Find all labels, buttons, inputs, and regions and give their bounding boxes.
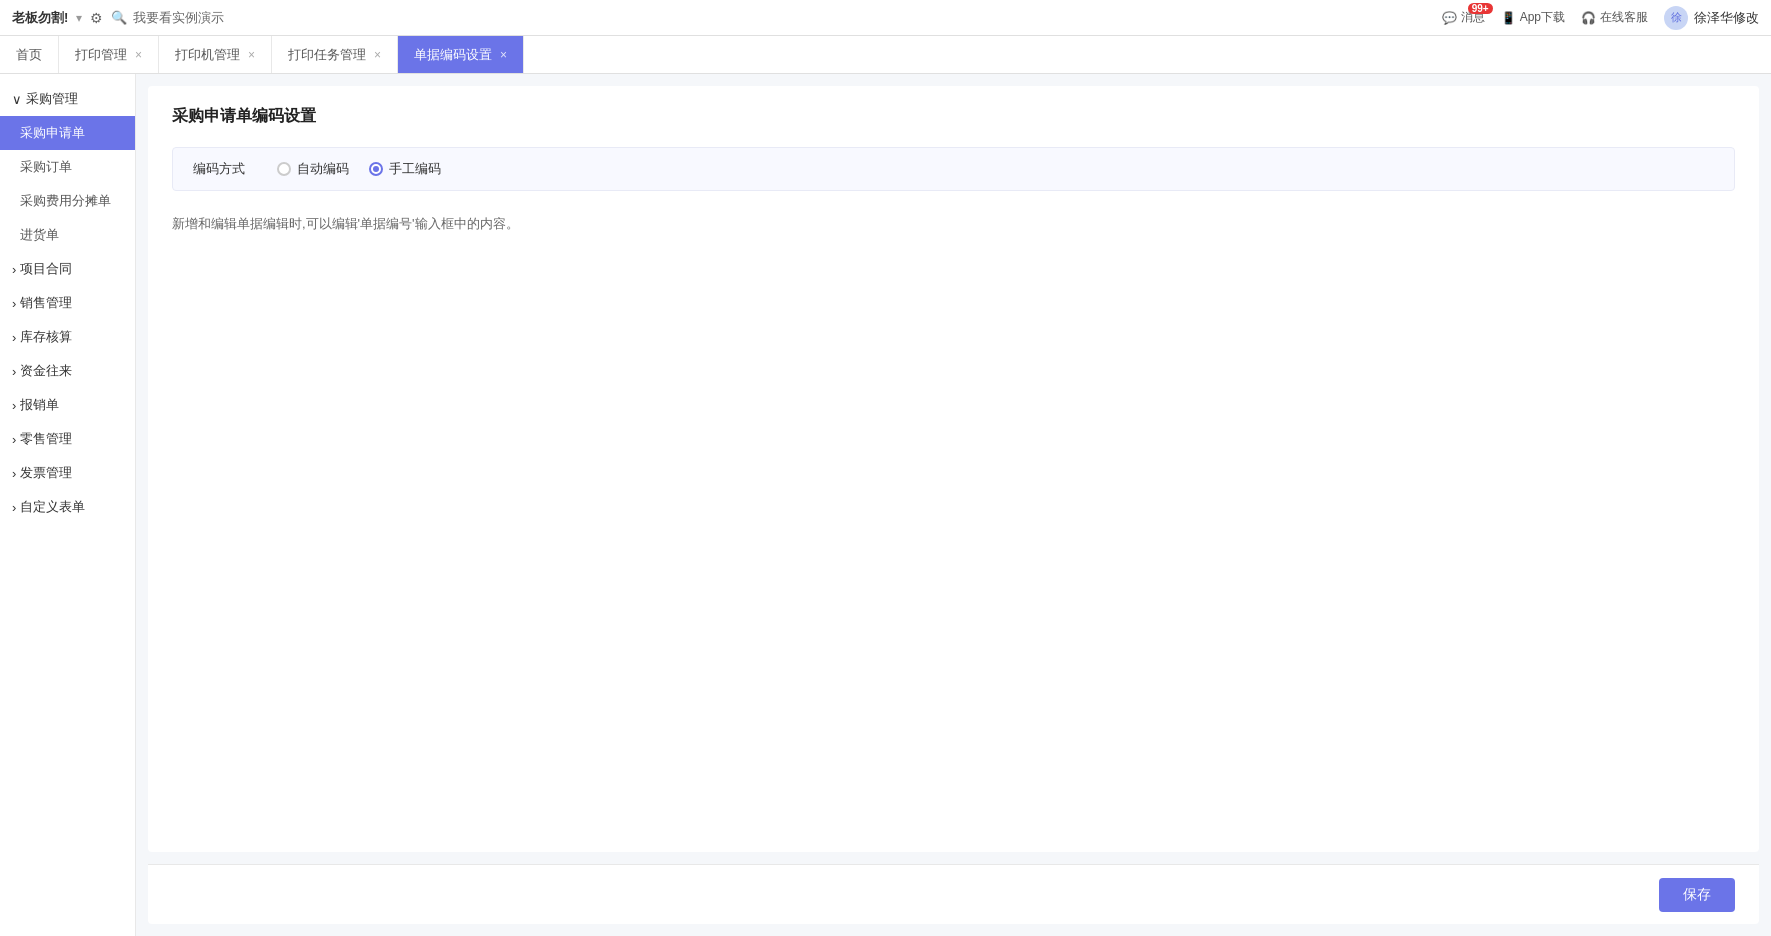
avatar: 徐 [1664, 6, 1688, 30]
online-service-label: 在线客服 [1600, 9, 1648, 26]
search-icon: 🔍 [111, 10, 127, 25]
chevron-right-icon: › [12, 500, 16, 515]
chevron-right-icon: › [12, 398, 16, 413]
chevron-right-icon: › [12, 432, 16, 447]
sidebar-group-funds-label: 资金往来 [20, 362, 72, 380]
sidebar-group-retail[interactable]: › 零售管理 [0, 422, 135, 456]
user-name: 徐泽华修改 [1694, 9, 1759, 27]
tab-print-task-mgmt[interactable]: 打印任务管理 × [272, 36, 398, 73]
top-bar-right: 💬 消息 99+ 📱 App下载 🎧 在线客服 徐 徐泽华修改 [1442, 6, 1759, 30]
radio-manual[interactable]: 手工编码 [369, 160, 441, 178]
radio-auto-label: 自动编码 [297, 160, 349, 178]
tab-print-mgmt[interactable]: 打印管理 × [59, 36, 159, 73]
chevron-right-icon: › [12, 330, 16, 345]
sidebar-group-invoice[interactable]: › 发票管理 [0, 456, 135, 490]
tab-home-label: 首页 [16, 46, 42, 64]
sidebar-group-funds[interactable]: › 资金往来 [0, 354, 135, 388]
tab-printer-mgmt[interactable]: 打印机管理 × [159, 36, 272, 73]
content-footer: 保存 [148, 864, 1759, 924]
radio-manual-circle[interactable] [369, 162, 383, 176]
sidebar-item-inbound-label: 进货单 [20, 227, 59, 242]
tab-single-code-close[interactable]: × [500, 48, 507, 62]
radio-auto-circle[interactable] [277, 162, 291, 176]
sidebar-group-custom-form-label: 自定义表单 [20, 498, 85, 516]
chevron-down-icon: ∨ [12, 92, 22, 107]
chevron-right-icon: › [12, 262, 16, 277]
online-service-button[interactable]: 🎧 在线客服 [1581, 9, 1648, 26]
chevron-down-icon: ▾ [76, 11, 82, 25]
tab-print-task-mgmt-close[interactable]: × [374, 48, 381, 62]
chevron-right-icon: › [12, 364, 16, 379]
brand-label: 老板勿割! [12, 9, 68, 27]
content-area: 采购申请单编码设置 编码方式 自动编码 手工编码 新增和编辑单据编辑时,可以编辑… [136, 74, 1771, 936]
message-button[interactable]: 💬 消息 99+ [1442, 9, 1485, 26]
sidebar-group-retail-label: 零售管理 [20, 430, 72, 448]
search-bar[interactable]: 🔍 我要看实例演示 [111, 9, 224, 27]
sidebar: ∨ 采购管理 采购申请单 采购订单 采购费用分摊单 进货单 › 项目合同 › 销… [0, 74, 136, 936]
info-text: 新增和编辑单据编辑时,可以编辑'单据编号'输入框中的内容。 [172, 207, 1735, 241]
sidebar-group-purchase[interactable]: ∨ 采购管理 [0, 82, 135, 116]
tab-print-mgmt-close[interactable]: × [135, 48, 142, 62]
app-download-button[interactable]: 📱 App下载 [1501, 9, 1565, 26]
sidebar-group-expense-report[interactable]: › 报销单 [0, 388, 135, 422]
sidebar-group-sales[interactable]: › 销售管理 [0, 286, 135, 320]
sidebar-group-invoice-label: 发票管理 [20, 464, 72, 482]
tab-print-task-mgmt-label: 打印任务管理 [288, 46, 366, 64]
sidebar-item-purchase-requisition[interactable]: 采购申请单 [0, 116, 135, 150]
sidebar-item-purchase-expense[interactable]: 采购费用分摊单 [0, 184, 135, 218]
sidebar-item-purchase-expense-label: 采购费用分摊单 [20, 193, 111, 208]
sidebar-group-custom-form[interactable]: › 自定义表单 [0, 490, 135, 524]
encoding-section: 编码方式 自动编码 手工编码 [172, 147, 1735, 191]
content-inner: 采购申请单编码设置 编码方式 自动编码 手工编码 新增和编辑单据编辑时,可以编辑… [148, 86, 1759, 852]
sidebar-item-purchase-order[interactable]: 采购订单 [0, 150, 135, 184]
headset-icon: 🎧 [1581, 11, 1596, 25]
save-button[interactable]: 保存 [1659, 878, 1735, 912]
chevron-right-icon: › [12, 296, 16, 311]
sidebar-item-purchase-order-label: 采购订单 [20, 159, 72, 174]
sidebar-item-inbound[interactable]: 进货单 [0, 218, 135, 252]
chevron-right-icon: › [12, 466, 16, 481]
tab-home[interactable]: 首页 [0, 36, 59, 73]
download-icon: 📱 [1501, 11, 1516, 25]
sidebar-group-project[interactable]: › 项目合同 [0, 252, 135, 286]
encoding-label: 编码方式 [193, 160, 245, 178]
sidebar-group-purchase-label: 采购管理 [26, 90, 78, 108]
sidebar-item-purchase-requisition-label: 采购申请单 [20, 125, 85, 140]
page-title: 采购申请单编码设置 [172, 106, 1735, 127]
message-icon: 💬 [1442, 11, 1457, 25]
message-badge: 99+ [1468, 3, 1493, 14]
sidebar-group-expense-report-label: 报销单 [20, 396, 59, 414]
sidebar-group-sales-label: 销售管理 [20, 294, 72, 312]
top-bar-left: 老板勿割! ▾ ⚙ 🔍 我要看实例演示 [12, 9, 1442, 27]
tab-single-code[interactable]: 单据编码设置 × [398, 36, 524, 73]
tab-print-mgmt-label: 打印管理 [75, 46, 127, 64]
sidebar-group-inventory-label: 库存核算 [20, 328, 72, 346]
radio-auto[interactable]: 自动编码 [277, 160, 349, 178]
tab-printer-mgmt-close[interactable]: × [248, 48, 255, 62]
radio-manual-label: 手工编码 [389, 160, 441, 178]
radio-group-encoding: 自动编码 手工编码 [277, 160, 441, 178]
top-bar: 老板勿割! ▾ ⚙ 🔍 我要看实例演示 💬 消息 99+ 📱 App下载 🎧 在… [0, 0, 1771, 36]
tab-single-code-label: 单据编码设置 [414, 46, 492, 64]
sidebar-group-inventory[interactable]: › 库存核算 [0, 320, 135, 354]
app-download-label: App下载 [1520, 9, 1565, 26]
main-layout: ∨ 采购管理 采购申请单 采购订单 采购费用分摊单 进货单 › 项目合同 › 销… [0, 74, 1771, 936]
user-menu[interactable]: 徐 徐泽华修改 [1664, 6, 1759, 30]
search-text: 我要看实例演示 [133, 9, 224, 27]
tab-printer-mgmt-label: 打印机管理 [175, 46, 240, 64]
tab-bar: 首页 打印管理 × 打印机管理 × 打印任务管理 × 单据编码设置 × [0, 36, 1771, 74]
gear-icon[interactable]: ⚙ [90, 10, 103, 26]
sidebar-group-project-label: 项目合同 [20, 260, 72, 278]
